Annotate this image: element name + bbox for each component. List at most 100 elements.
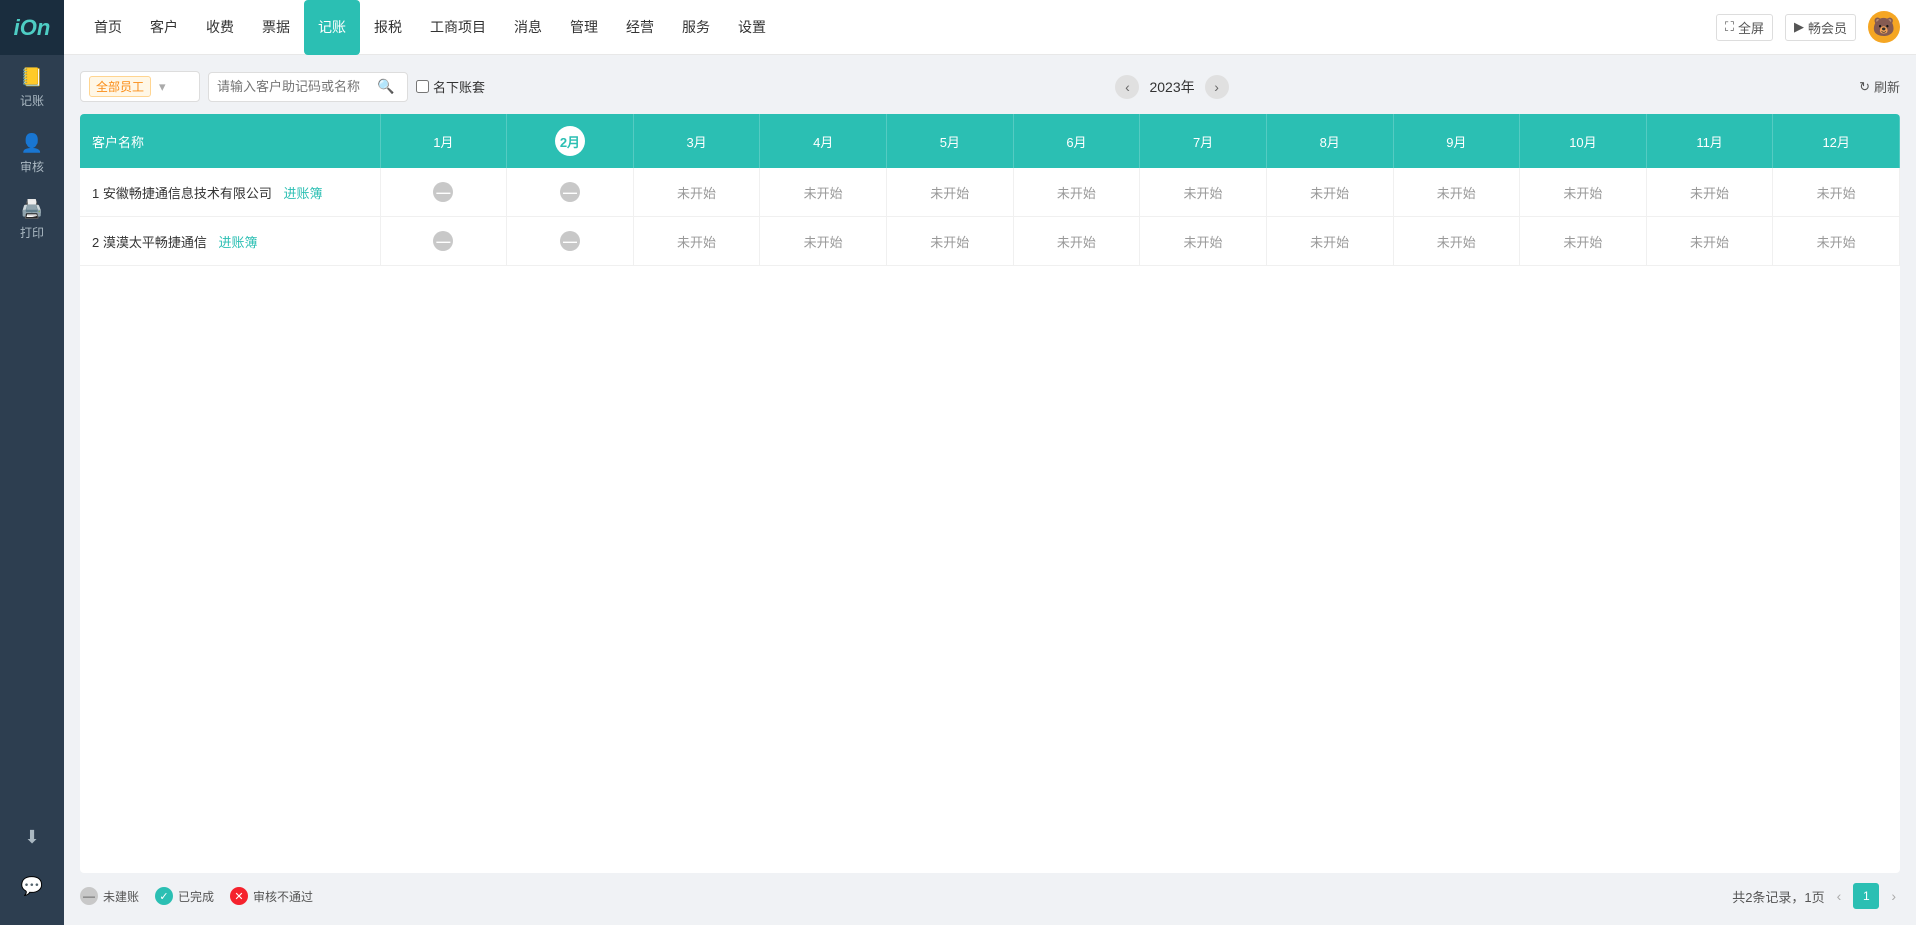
vip-icon: ▶ [1794, 19, 1804, 35]
my-account-label: 名下账套 [433, 77, 485, 96]
status-not-started: 未开始 [677, 186, 716, 201]
employee-select[interactable]: 全部员工 ▾ [80, 71, 200, 102]
status-not-started: 未开始 [1184, 235, 1223, 250]
cell-jan[interactable]: — [380, 217, 507, 266]
cell-nov[interactable]: 未开始 [1646, 168, 1773, 217]
status-not-started: 未开始 [1690, 235, 1729, 250]
client-name: 安徽畅捷通信息技术有限公司 [103, 186, 272, 201]
client-name-cell: 2 漠漠太平畅捷通信 进账簿 [80, 217, 380, 266]
cell-mar[interactable]: 未开始 [633, 168, 760, 217]
my-account-checkbox-label[interactable]: 名下账套 [416, 77, 485, 96]
cell-sep[interactable]: 未开始 [1393, 217, 1520, 266]
col-header-nov[interactable]: 11月 [1646, 114, 1773, 168]
sidebar-item-message[interactable]: 💬 [21, 864, 43, 909]
cell-apr[interactable]: 未开始 [760, 217, 887, 266]
col-header-oct[interactable]: 10月 [1520, 114, 1647, 168]
nav-settings[interactable]: 设置 [724, 0, 780, 55]
cell-aug[interactable]: 未开始 [1266, 217, 1393, 266]
col-header-sep[interactable]: 9月 [1393, 114, 1520, 168]
cell-aug[interactable]: 未开始 [1266, 168, 1393, 217]
cell-oct[interactable]: 未开始 [1520, 217, 1647, 266]
legend-not-created: — 未建账 [80, 887, 139, 905]
nav-bills[interactable]: 票据 [248, 0, 304, 55]
enter-ledger-link[interactable]: 进账簿 [283, 186, 322, 201]
cell-mar[interactable]: 未开始 [633, 217, 760, 266]
fullscreen-label: 全屏 [1738, 18, 1764, 37]
status-not-started: — [560, 231, 580, 251]
prev-year-button[interactable]: ‹ [1115, 75, 1139, 99]
cell-nov[interactable]: 未开始 [1646, 217, 1773, 266]
cell-feb[interactable]: — [507, 217, 634, 266]
cell-apr[interactable]: 未开始 [760, 168, 887, 217]
col-header-jan[interactable]: 1月 [380, 114, 507, 168]
status-not-started: 未开始 [1437, 235, 1476, 250]
cell-jun[interactable]: 未开始 [1013, 217, 1140, 266]
cell-jun[interactable]: 未开始 [1013, 168, 1140, 217]
vip-button[interactable]: ▶ 畅会员 [1785, 14, 1856, 41]
cell-jul[interactable]: 未开始 [1140, 168, 1267, 217]
sidebar-item-download[interactable]: ⬇ [21, 815, 43, 860]
refresh-icon: ↻ [1859, 79, 1870, 95]
status-not-started: — [433, 182, 453, 202]
nav-tax[interactable]: 报税 [360, 0, 416, 55]
page-footer: — 未建账 ✓ 已完成 ✕ 审核不通过 共2条记录，1页 ‹ 1 › [80, 873, 1900, 909]
search-input[interactable] [217, 79, 377, 94]
status-not-started: 未开始 [1057, 235, 1096, 250]
prev-page-button[interactable]: ‹ [1833, 886, 1846, 906]
col-header-feb[interactable]: 2月 [507, 114, 634, 168]
fullscreen-button[interactable]: ⛶ 全屏 [1716, 14, 1773, 41]
nav-home[interactable]: 首页 [80, 0, 136, 55]
print-icon: 🖨️ [21, 199, 43, 220]
my-account-checkbox[interactable] [416, 80, 429, 93]
data-table-wrap: 客户名称 1月 2月 3月 4月 5月 6月 7月 8月 9月 10月 11月 [80, 114, 1900, 873]
col-header-may[interactable]: 5月 [887, 114, 1014, 168]
page-number-1[interactable]: 1 [1853, 883, 1879, 909]
col-header-dec[interactable]: 12月 [1773, 114, 1900, 168]
sidebar-item-print[interactable]: 🖨️ 打印 [0, 187, 64, 253]
cell-may[interactable]: 未开始 [887, 217, 1014, 266]
status-not-started: — [433, 231, 453, 251]
col-header-apr[interactable]: 4月 [760, 114, 887, 168]
nav-accounting[interactable]: 记账 [304, 0, 360, 55]
cell-feb[interactable]: — [507, 168, 634, 217]
status-not-started: 未开始 [1310, 186, 1349, 201]
legend-rejected: ✕ 审核不通过 [230, 887, 313, 905]
sidebar: iOn 📒 记账 👤 审核 🖨️ 打印 ⬇ 💬 [0, 0, 64, 925]
nav-operation[interactable]: 经营 [612, 0, 668, 55]
sidebar-item-shenhe[interactable]: 👤 审核 [0, 121, 64, 187]
col-header-jun[interactable]: 6月 [1013, 114, 1140, 168]
col-header-jul[interactable]: 7月 [1140, 114, 1267, 168]
next-page-button[interactable]: › [1887, 886, 1900, 906]
status-not-started: — [560, 182, 580, 202]
col-header-aug[interactable]: 8月 [1266, 114, 1393, 168]
pagination: 共2条记录，1页 ‹ 1 › [1732, 883, 1900, 909]
nav-service[interactable]: 服务 [668, 0, 724, 55]
next-year-button[interactable]: › [1205, 75, 1229, 99]
cell-dec[interactable]: 未开始 [1773, 217, 1900, 266]
sidebar-item-jizh[interactable]: 📒 记账 [0, 55, 64, 121]
col-header-mar[interactable]: 3月 [633, 114, 760, 168]
avatar[interactable]: 🐻 [1868, 11, 1900, 43]
cell-dec[interactable]: 未开始 [1773, 168, 1900, 217]
nav-customer[interactable]: 客户 [136, 0, 192, 55]
nav-business[interactable]: 工商项目 [416, 0, 500, 55]
cell-may[interactable]: 未开始 [887, 168, 1014, 217]
search-icon[interactable]: 🔍 [377, 78, 394, 95]
nav-fees[interactable]: 收费 [192, 0, 248, 55]
table-row: 2 漠漠太平畅捷通信 进账簿 — — 未开始 未开始 未开始 未开始 未开始 未 [80, 217, 1900, 266]
status-not-started: 未开始 [1817, 235, 1856, 250]
nav-message[interactable]: 消息 [500, 0, 556, 55]
col-header-name: 客户名称 [80, 114, 380, 168]
refresh-button[interactable]: ↻ 刷新 [1859, 77, 1900, 96]
status-not-started: 未开始 [1563, 235, 1602, 250]
cell-sep[interactable]: 未开始 [1393, 168, 1520, 217]
client-name: 漠漠太平畅捷通信 [103, 235, 207, 250]
table-scroll-area[interactable]: 客户名称 1月 2月 3月 4月 5月 6月 7月 8月 9月 10月 11月 [80, 114, 1900, 873]
cell-oct[interactable]: 未开始 [1520, 168, 1647, 217]
nav-manage[interactable]: 管理 [556, 0, 612, 55]
enter-ledger-link[interactable]: 进账簿 [218, 235, 257, 250]
status-not-started: 未开始 [804, 186, 843, 201]
vip-label: 畅会员 [1808, 18, 1847, 37]
cell-jul[interactable]: 未开始 [1140, 217, 1267, 266]
cell-jan[interactable]: — [380, 168, 507, 217]
